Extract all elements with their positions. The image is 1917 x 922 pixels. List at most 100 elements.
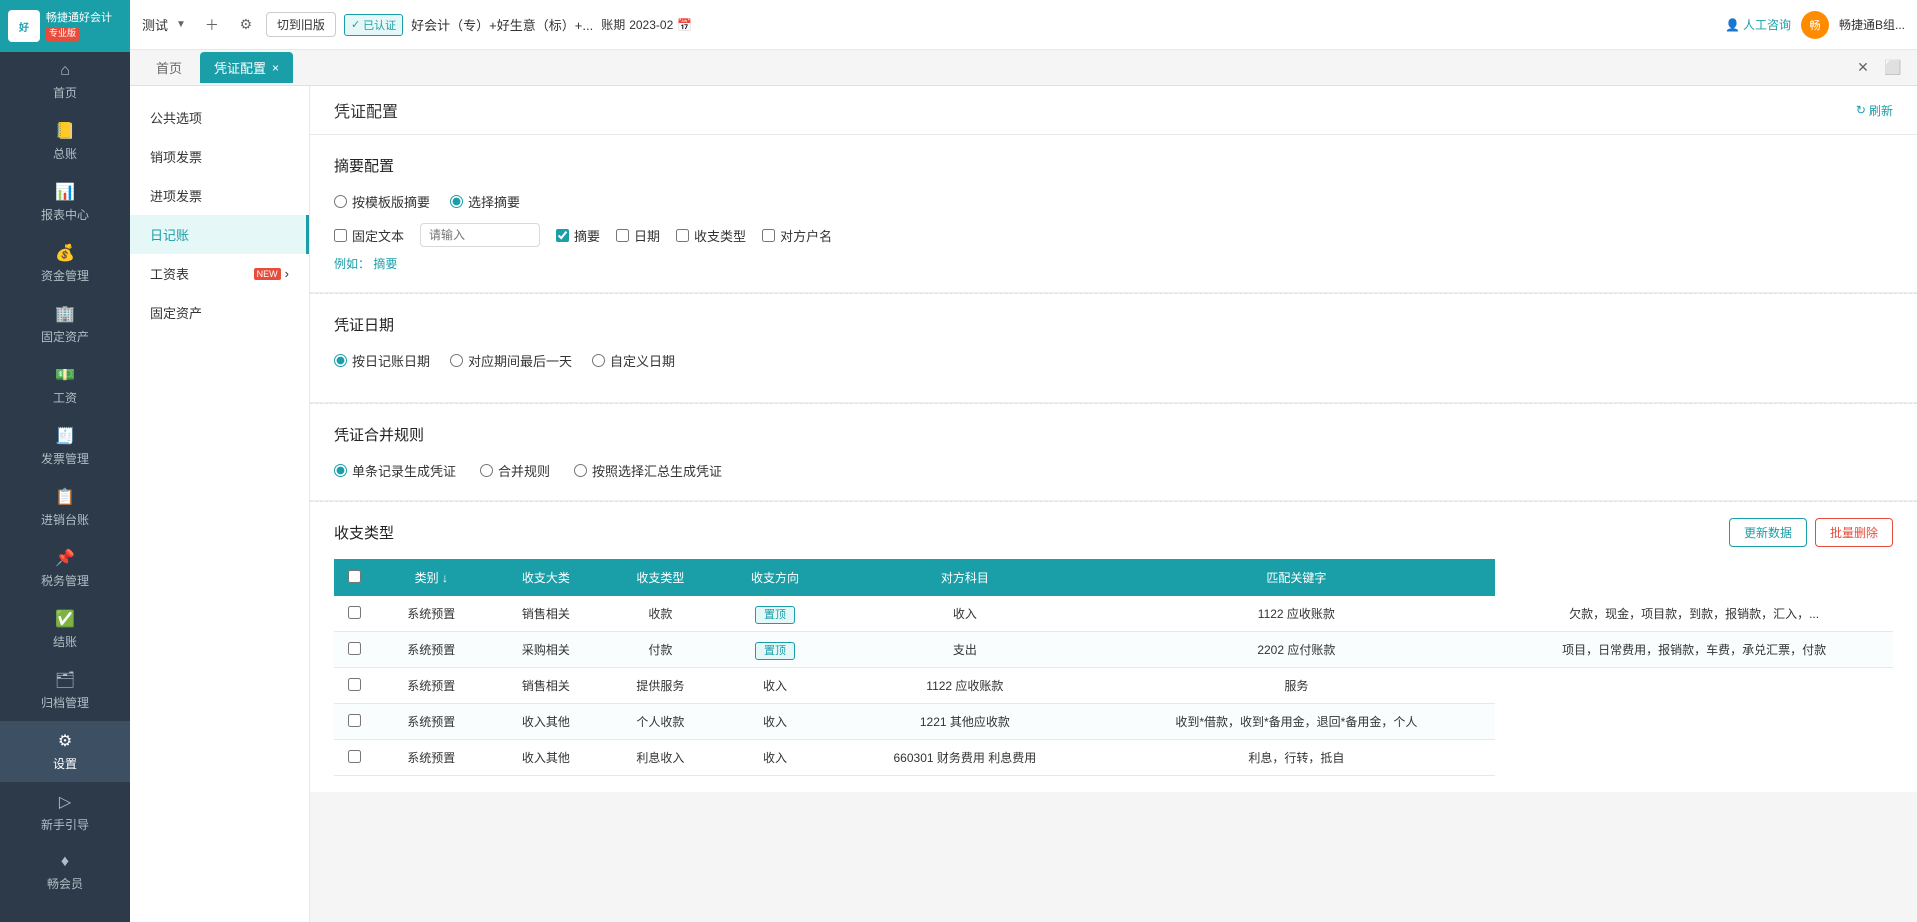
env-name: 测试 bbox=[142, 15, 168, 34]
date-section: 凭证日期 按日记账日期 对应期间最后一天 自定义日期 bbox=[310, 294, 1917, 403]
sidebar-item-ledger[interactable]: 📒总账 bbox=[0, 111, 130, 172]
table-header: 类别 ↓ 收支大类 收支类型 收支方向 对方科目 匹配关键字 bbox=[334, 559, 1893, 596]
row-checkbox-1[interactable] bbox=[348, 606, 361, 619]
date-radio-journal-input[interactable] bbox=[334, 354, 347, 367]
merge-radio-single-input[interactable] bbox=[334, 464, 347, 477]
tab-active-label: 凭证配置 bbox=[214, 58, 266, 77]
settings-gear-icon[interactable]: ⚙ bbox=[232, 11, 260, 39]
date-radio-period-last-input[interactable] bbox=[450, 354, 463, 367]
merge-radio-rule-input[interactable] bbox=[480, 464, 493, 477]
left-nav-salary-table[interactable]: 工资表 NEW › bbox=[130, 254, 309, 293]
row-checkbox-5[interactable] bbox=[348, 750, 361, 763]
summary-radio-template[interactable]: 按模板版摘要 bbox=[334, 192, 430, 211]
cell-big-type-1: 销售相关 bbox=[489, 596, 604, 632]
help-button[interactable]: 👤 人工咨询 bbox=[1725, 16, 1791, 33]
date-radio-journal-label: 按日记账日期 bbox=[352, 351, 430, 370]
left-nav-public-label: 公共选项 bbox=[150, 108, 202, 127]
merge-radio-rule[interactable]: 合并规则 bbox=[480, 461, 550, 480]
window-maximize-icon[interactable]: ⬜ bbox=[1881, 56, 1905, 80]
merge-radio-summary[interactable]: 按照选择汇总生成凭证 bbox=[574, 461, 722, 480]
add-icon[interactable]: ＋ bbox=[198, 11, 226, 39]
env-dropdown-arrow[interactable]: ▼ bbox=[176, 19, 186, 30]
salary-icon: 💵 bbox=[55, 365, 75, 385]
sidebar-item-settlement[interactable]: ✅结账 bbox=[0, 599, 130, 660]
sidebar-item-guide[interactable]: ▷新手引导 bbox=[0, 782, 130, 843]
tab-close-button[interactable]: × bbox=[272, 61, 279, 75]
col-category: 类别 ↓ bbox=[374, 559, 489, 596]
sidebar-item-funds[interactable]: 💰资金管理 bbox=[0, 233, 130, 294]
row-checkbox-4[interactable] bbox=[348, 714, 361, 727]
sidebar-label-funds: 资金管理 bbox=[41, 267, 89, 284]
summary-checkbox-date[interactable]: 日期 bbox=[616, 226, 660, 245]
certified-tag: ✓ 已认证 bbox=[344, 14, 403, 36]
sidebar-label-settlement: 结账 bbox=[53, 633, 77, 650]
summary-checkbox-type[interactable]: 收支类型 bbox=[676, 226, 746, 245]
summary-radio-select[interactable]: 选择摘要 bbox=[450, 192, 520, 211]
sidebar-item-report[interactable]: 📊报表中心 bbox=[0, 172, 130, 233]
cell-big-type-3: 销售相关 bbox=[489, 668, 604, 704]
sidebar-item-purchase-desk[interactable]: 📋进销台账 bbox=[0, 477, 130, 538]
income-table: 类别 ↓ 收支大类 收支类型 收支方向 对方科目 匹配关键字 系统预置 销售相 bbox=[334, 559, 1893, 776]
summary-checkbox-date-input[interactable] bbox=[616, 229, 629, 242]
date-radio-custom-input[interactable] bbox=[592, 354, 605, 367]
calendar-icon[interactable]: 📅 bbox=[677, 18, 692, 32]
topbar-right: 👤 人工咨询 畅 畅捷通B组... bbox=[1725, 11, 1905, 39]
row-checkbox-2[interactable] bbox=[348, 642, 361, 655]
cell-direction-3: 收入 bbox=[718, 668, 833, 704]
example-value: 摘要 bbox=[373, 257, 397, 271]
col-checkbox bbox=[334, 559, 374, 596]
home-icon: ⌂ bbox=[60, 62, 70, 80]
summary-checkbox-summary-label: 摘要 bbox=[574, 226, 600, 245]
summary-checkbox-type-input[interactable] bbox=[676, 229, 689, 242]
left-nav-journal[interactable]: 日记账 bbox=[130, 215, 309, 254]
cell-subject-val-2: 2202 应付账款 bbox=[1097, 632, 1495, 668]
sidebar-item-home[interactable]: ⌂首页 bbox=[0, 52, 130, 111]
tab-home[interactable]: 首页 bbox=[142, 52, 196, 83]
sidebar-item-assets[interactable]: 🏢固定资产 bbox=[0, 294, 130, 355]
period-tag: 账期 2023-02 📅 bbox=[601, 16, 692, 33]
window-close-icon[interactable]: ✕ bbox=[1851, 56, 1875, 80]
cell-subject-1: 收入 bbox=[832, 596, 1097, 632]
main-area: 测试 ▼ ＋ ⚙ 切到旧版 ✓ 已认证 好会计（专）+好生意（标）+... 账期… bbox=[130, 0, 1917, 922]
refresh-button[interactable]: ↻ 刷新 bbox=[1856, 102, 1893, 119]
refresh-label: 刷新 bbox=[1869, 102, 1893, 119]
merge-radio-single[interactable]: 单条记录生成凭证 bbox=[334, 461, 456, 480]
sidebar-item-salary[interactable]: 💵工资 bbox=[0, 355, 130, 416]
reset-tag-2[interactable]: 置顶 bbox=[755, 642, 795, 660]
sidebar-label-guide: 新手引导 bbox=[41, 816, 89, 833]
cell-subject-val-4: 1221 其他应收款 bbox=[832, 704, 1097, 740]
left-nav-sales[interactable]: 销项发票 bbox=[130, 137, 309, 176]
summary-radio-template-input[interactable] bbox=[334, 195, 347, 208]
left-nav-purchase[interactable]: 进项发票 bbox=[130, 176, 309, 215]
fixed-text-checkbox[interactable] bbox=[334, 229, 347, 242]
tab-voucher-config[interactable]: 凭证配置 × bbox=[200, 52, 293, 83]
summary-radio-select-input[interactable] bbox=[450, 195, 463, 208]
fixed-text-input[interactable] bbox=[420, 223, 540, 247]
reset-tag-1[interactable]: 置顶 bbox=[755, 606, 795, 624]
sidebar-item-tax[interactable]: 📌税务管理 bbox=[0, 538, 130, 599]
left-nav-fixed-assets[interactable]: 固定资产 bbox=[130, 293, 309, 332]
example-prefix: 例如： bbox=[334, 257, 370, 271]
sidebar-item-archive[interactable]: 🗂归档管理 bbox=[0, 660, 130, 721]
summary-checkbox-counterparty[interactable]: 对方户名 bbox=[762, 226, 832, 245]
left-nav-public[interactable]: 公共选项 bbox=[130, 98, 309, 137]
summary-checkbox-summary-input[interactable] bbox=[556, 229, 569, 242]
topbar: 测试 ▼ ＋ ⚙ 切到旧版 ✓ 已认证 好会计（专）+好生意（标）+... 账期… bbox=[130, 0, 1917, 50]
switch-version-button[interactable]: 切到旧版 bbox=[266, 12, 336, 37]
sidebar-item-settings[interactable]: ⚙设置 bbox=[0, 721, 130, 782]
merge-radio-summary-input[interactable] bbox=[574, 464, 587, 477]
date-radio-journal[interactable]: 按日记账日期 bbox=[334, 351, 430, 370]
user-name[interactable]: 畅捷通B组... bbox=[1839, 16, 1905, 33]
summary-checkbox-counterparty-input[interactable] bbox=[762, 229, 775, 242]
date-radio-custom[interactable]: 自定义日期 bbox=[592, 351, 675, 370]
summary-checkbox-summary[interactable]: 摘要 bbox=[556, 226, 600, 245]
update-data-button[interactable]: 更新数据 bbox=[1729, 518, 1807, 547]
fixed-text-option[interactable]: 固定文本 bbox=[334, 226, 404, 245]
date-radio-period-last[interactable]: 对应期间最后一天 bbox=[450, 351, 572, 370]
select-all-checkbox[interactable] bbox=[348, 570, 361, 583]
sidebar-item-member[interactable]: ♦畅会员 bbox=[0, 843, 130, 902]
cell-keywords-1: 欠款，现金，项目款，到款，报销款，汇入，... bbox=[1495, 596, 1893, 632]
batch-delete-button[interactable]: 批量删除 bbox=[1815, 518, 1893, 547]
row-checkbox-3[interactable] bbox=[348, 678, 361, 691]
sidebar-item-invoice[interactable]: 🧾发票管理 bbox=[0, 416, 130, 477]
